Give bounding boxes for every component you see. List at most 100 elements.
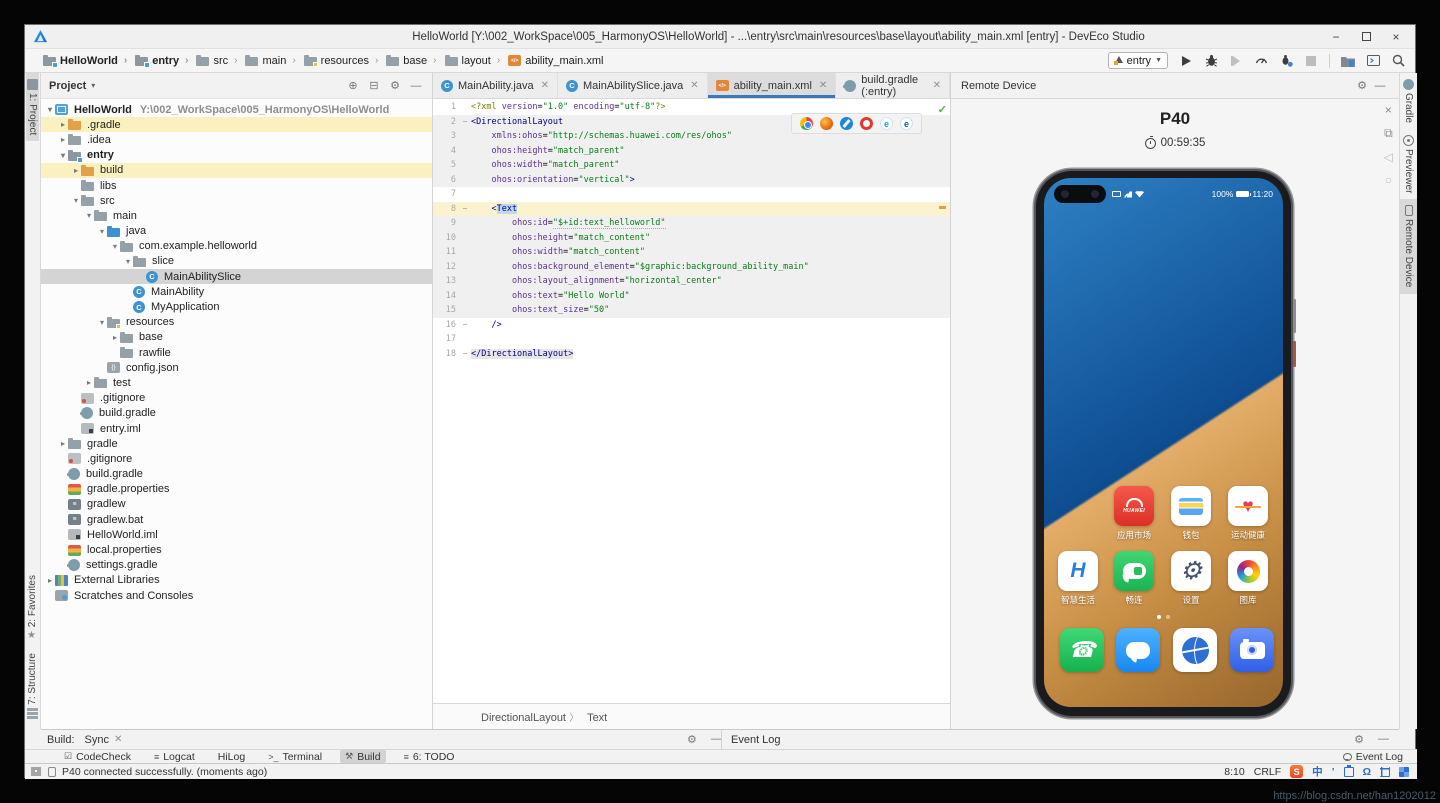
firefox-icon[interactable] <box>820 117 833 130</box>
tab-close-icon[interactable]: ✕ <box>819 80 827 91</box>
chevron-down-icon[interactable]: ▾ <box>91 81 95 90</box>
dock-app[interactable] <box>1110 628 1166 672</box>
dock-app[interactable] <box>1224 628 1280 672</box>
device-manager-button[interactable] <box>1341 54 1355 68</box>
opera-icon[interactable] <box>860 117 873 130</box>
dock-app-icon[interactable] <box>1230 628 1274 672</box>
breadcrumb-item[interactable]: HelloWorld › <box>41 54 131 68</box>
tool-window-button[interactable]: ≡ Logcat <box>149 750 200 763</box>
edge-icon[interactable]: e <box>900 117 913 130</box>
tool-window-button[interactable]: Remote Device <box>1400 199 1417 294</box>
tree-row[interactable]: ▾ HelloWorld Y:\002_WorkSpace\005_Harmon… <box>41 102 432 117</box>
tree-row[interactable]: config.json <box>41 360 432 375</box>
tree-row[interactable]: ▸ test <box>41 375 432 390</box>
code-line[interactable]: 4 ohos:height="match_parent" <box>433 143 950 158</box>
ime-symbols-icon[interactable]: Ω <box>1363 766 1371 778</box>
menu-item[interactable] <box>166 34 180 40</box>
close-button[interactable]: × <box>1381 26 1411 48</box>
tab-close-icon[interactable]: ✕ <box>541 80 549 91</box>
attach-debugger-button[interactable] <box>1229 54 1243 68</box>
code-line[interactable]: 8− <Text <box>433 201 950 216</box>
app-shortcut[interactable]: 运动健康 <box>1220 486 1276 541</box>
code-line[interactable]: 11 ohos:width="match_content" <box>433 245 950 260</box>
sdk-manager-button[interactable] <box>1366 54 1380 68</box>
menu-item[interactable] <box>124 34 138 40</box>
tool-window-button[interactable]: HiLog <box>213 750 250 763</box>
code-line[interactable]: 16−/> <box>433 318 950 333</box>
app-icon[interactable] <box>1114 551 1154 591</box>
app-icon[interactable] <box>1114 486 1154 526</box>
editor-tab[interactable]: build.gradle (:entry) ✕ <box>836 73 950 98</box>
tree-chevron-icon[interactable]: ▾ <box>97 227 107 236</box>
app-icon[interactable] <box>1228 486 1268 526</box>
tool-window-button[interactable]: ☑ CodeCheck <box>59 750 136 763</box>
gear-icon[interactable]: ⚙ <box>1353 79 1371 92</box>
line-ending-indicator[interactable]: CRLF <box>1254 766 1281 778</box>
tree-row[interactable]: ▸ .gradle <box>41 117 432 133</box>
tree-row[interactable]: entry.iml <box>41 421 432 436</box>
ime-capture-icon[interactable] <box>1380 767 1390 777</box>
gear-icon[interactable]: ⚙ <box>687 733 697 746</box>
tree-row[interactable]: build.gradle <box>41 467 432 482</box>
tool-window-button[interactable]: >_ Terminal <box>263 750 327 763</box>
tree-chevron-icon[interactable]: ▾ <box>84 211 94 220</box>
locate-file-icon[interactable]: ⊕ <box>345 79 361 92</box>
back-icon[interactable]: ◁ <box>1384 150 1393 164</box>
tree-row[interactable]: local.properties <box>41 542 432 557</box>
tree-row[interactable]: ▸ build <box>41 162 432 178</box>
tree-row[interactable]: ▾ java <box>41 224 432 239</box>
search-everywhere-button[interactable] <box>1391 54 1405 68</box>
minimize-button[interactable]: − <box>1321 26 1351 48</box>
editor-tab[interactable]: ability_main.xml ✕ <box>707 73 837 98</box>
hide-panel-icon[interactable]: — <box>1378 733 1389 746</box>
profiler-button[interactable] <box>1254 54 1268 68</box>
menu-item[interactable] <box>138 34 152 40</box>
code-line[interactable]: 9 ohos:id="$+id:text_helloworld" <box>433 216 950 231</box>
ime-toolbox-icon[interactable] <box>1399 766 1409 777</box>
debug-button[interactable] <box>1204 54 1218 68</box>
xml-breadcrumb-item[interactable]: Text 〉 <box>587 709 620 724</box>
run-configuration-select[interactable]: entry ▼ <box>1107 52 1168 69</box>
app-shortcut[interactable]: 设置 <box>1163 551 1219 606</box>
tree-row[interactable]: ▾ entry <box>41 148 432 163</box>
phone-screen[interactable]: 100% 11:20 应用市场 <box>1044 178 1283 707</box>
tree-row[interactable]: libs <box>41 178 432 193</box>
tree-chevron-icon[interactable]: ▸ <box>84 378 94 387</box>
tree-row[interactable]: ▸ .idea <box>41 132 432 147</box>
menu-item[interactable] <box>54 34 68 40</box>
tree-row[interactable]: settings.gradle <box>41 558 432 573</box>
app-shortcut[interactable]: 应用市场 <box>1106 486 1162 541</box>
hide-panel-icon[interactable]: — <box>408 80 424 92</box>
ime-punctuation-icon[interactable]: ’ <box>1332 766 1335 778</box>
tool-window-button[interactable]: ⚒ Build <box>340 750 386 763</box>
menu-item[interactable] <box>152 34 166 40</box>
tree-chevron-icon[interactable]: ▸ <box>58 135 68 144</box>
debug-attach-button[interactable] <box>1279 54 1293 68</box>
code-line[interactable]: 5 ohos:width="match_parent" <box>433 158 950 173</box>
tree-row[interactable]: Scratches and Consoles <box>41 588 432 603</box>
menu-item[interactable] <box>68 34 82 40</box>
close-session-icon[interactable]: × <box>1385 103 1392 117</box>
dock-app-icon[interactable] <box>1173 628 1217 672</box>
menu-item[interactable] <box>82 34 96 40</box>
tab-close-icon[interactable]: ✕ <box>114 734 122 745</box>
hide-panel-icon[interactable]: — <box>1371 80 1389 92</box>
app-icon[interactable] <box>1058 551 1098 591</box>
tree-chevron-icon[interactable]: ▾ <box>71 196 81 205</box>
project-panel-title[interactable]: Project <box>49 80 86 92</box>
tree-row[interactable]: .gitignore <box>41 391 432 406</box>
menu-item[interactable] <box>96 34 110 40</box>
code-line[interactable]: 7 <box>433 187 950 202</box>
tree-row[interactable]: MainAbilitySlice <box>41 269 432 285</box>
breadcrumb-item[interactable]: main › <box>243 54 299 68</box>
tool-window-button-project[interactable]: 1: Project <box>26 73 39 142</box>
code-line[interactable]: 12 ohos:background_element="$graphic:back… <box>433 259 950 274</box>
tab-close-icon[interactable]: ✕ <box>933 80 941 91</box>
screenshot-icon[interactable]: ⧉ <box>1384 126 1393 141</box>
safari-icon[interactable] <box>840 117 853 130</box>
tree-chevron-icon[interactable]: ▾ <box>110 242 120 251</box>
tree-row[interactable]: rawfile <box>41 345 432 360</box>
code-line[interactable]: 15 ohos:text_size="50" <box>433 303 950 318</box>
dock-app[interactable] <box>1167 628 1223 672</box>
tree-row[interactable]: ▾ com.example.helloworld <box>41 239 432 254</box>
